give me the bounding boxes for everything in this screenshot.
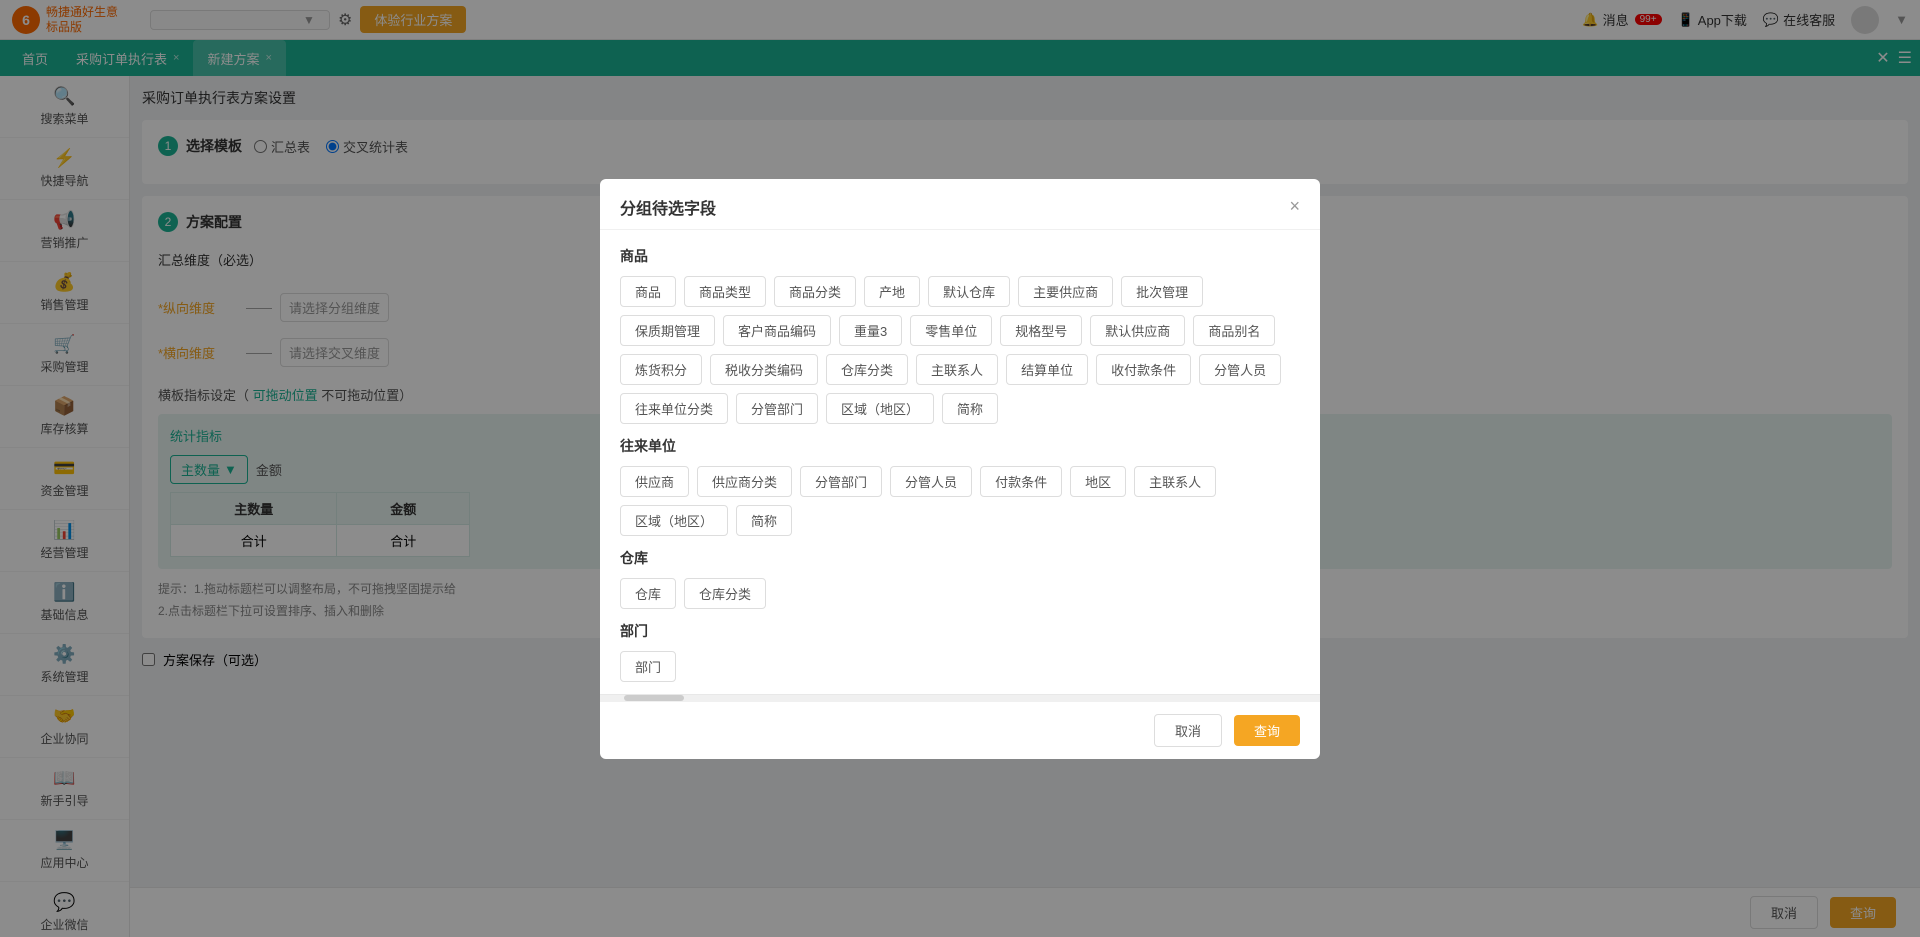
modal-dialog: 分组待选字段 × 商品 商品 商品类型 商品分类 产地 默认仓库 主要供应商 批…: [600, 179, 1320, 759]
field-tag[interactable]: 分管部门: [800, 466, 882, 497]
field-tag[interactable]: 付款条件: [980, 466, 1062, 497]
section-title-dept: 部门: [620, 621, 1300, 641]
section-title-goods: 商品: [620, 246, 1300, 266]
field-tag[interactable]: 收付款条件: [1096, 354, 1191, 385]
field-tag[interactable]: 默认供应商: [1090, 315, 1185, 346]
modal-body[interactable]: 商品 商品 商品类型 商品分类 产地 默认仓库 主要供应商 批次管理 保质期管理…: [600, 230, 1320, 694]
field-tag[interactable]: 分管人员: [1199, 354, 1281, 385]
field-tag[interactable]: 产地: [864, 276, 920, 307]
section-title-warehouse: 仓库: [620, 548, 1300, 568]
field-tag[interactable]: 仓库分类: [684, 578, 766, 609]
modal-overlay: 分组待选字段 × 商品 商品 商品类型 商品分类 产地 默认仓库 主要供应商 批…: [0, 0, 1920, 937]
field-tag[interactable]: 炼货积分: [620, 354, 702, 385]
field-tag[interactable]: 往来单位分类: [620, 393, 728, 424]
fields-row-warehouse: 仓库 仓库分类: [620, 578, 1300, 609]
field-tag[interactable]: 供应商分类: [697, 466, 792, 497]
field-tag[interactable]: 部门: [620, 651, 676, 682]
field-tag[interactable]: 区域（地区）: [620, 505, 728, 536]
field-tag[interactable]: 主联系人: [1134, 466, 1216, 497]
field-tag[interactable]: 分管部门: [736, 393, 818, 424]
field-tag[interactable]: 地区: [1070, 466, 1126, 497]
modal-close-btn[interactable]: ×: [1289, 196, 1300, 217]
field-tag[interactable]: 主要供应商: [1018, 276, 1113, 307]
modal-title: 分组待选字段: [620, 195, 716, 219]
field-tag[interactable]: 商品分类: [774, 276, 856, 307]
field-tag[interactable]: 仓库: [620, 578, 676, 609]
modal-cancel-btn[interactable]: 取消: [1154, 714, 1222, 747]
field-tag[interactable]: 简称: [942, 393, 998, 424]
modal-header: 分组待选字段 ×: [600, 179, 1320, 230]
field-tag[interactable]: 结算单位: [1006, 354, 1088, 385]
field-tag[interactable]: 规格型号: [1000, 315, 1082, 346]
fields-row-goods2: 保质期管理 客户商品编码 重量3 零售单位 规格型号 默认供应商 商品别名: [620, 315, 1300, 346]
field-tag[interactable]: 简称: [736, 505, 792, 536]
fields-row-goods: 商品 商品类型 商品分类 产地 默认仓库 主要供应商 批次管理: [620, 276, 1300, 307]
field-tag[interactable]: 默认仓库: [928, 276, 1010, 307]
field-tag[interactable]: 保质期管理: [620, 315, 715, 346]
fields-row-partner2: 区域（地区） 简称: [620, 505, 1300, 536]
field-tag[interactable]: 重量3: [839, 315, 902, 346]
field-tag[interactable]: 税收分类编码: [710, 354, 818, 385]
field-tag[interactable]: 商品: [620, 276, 676, 307]
field-tag[interactable]: 客户商品编码: [723, 315, 831, 346]
fields-row-goods4: 往来单位分类 分管部门 区域（地区） 简称: [620, 393, 1300, 424]
fields-row-dept: 部门: [620, 651, 1300, 682]
field-tag[interactable]: 批次管理: [1121, 276, 1203, 307]
modal-footer: 取消 查询: [600, 701, 1320, 759]
field-tag[interactable]: 供应商: [620, 466, 689, 497]
section-title-partner: 往来单位: [620, 436, 1300, 456]
field-tag[interactable]: 零售单位: [910, 315, 992, 346]
field-tag[interactable]: 分管人员: [890, 466, 972, 497]
modal-confirm-btn[interactable]: 查询: [1234, 715, 1300, 746]
field-tag[interactable]: 商品类型: [684, 276, 766, 307]
field-tag[interactable]: 区域（地区）: [826, 393, 934, 424]
fields-row-partner: 供应商 供应商分类 分管部门 分管人员 付款条件 地区 主联系人: [620, 466, 1300, 497]
field-tag[interactable]: 主联系人: [916, 354, 998, 385]
field-tag[interactable]: 商品别名: [1193, 315, 1275, 346]
fields-row-goods3: 炼货积分 税收分类编码 仓库分类 主联系人 结算单位 收付款条件 分管人员: [620, 354, 1300, 385]
field-tag[interactable]: 仓库分类: [826, 354, 908, 385]
modal-hscroll[interactable]: [600, 694, 1320, 701]
